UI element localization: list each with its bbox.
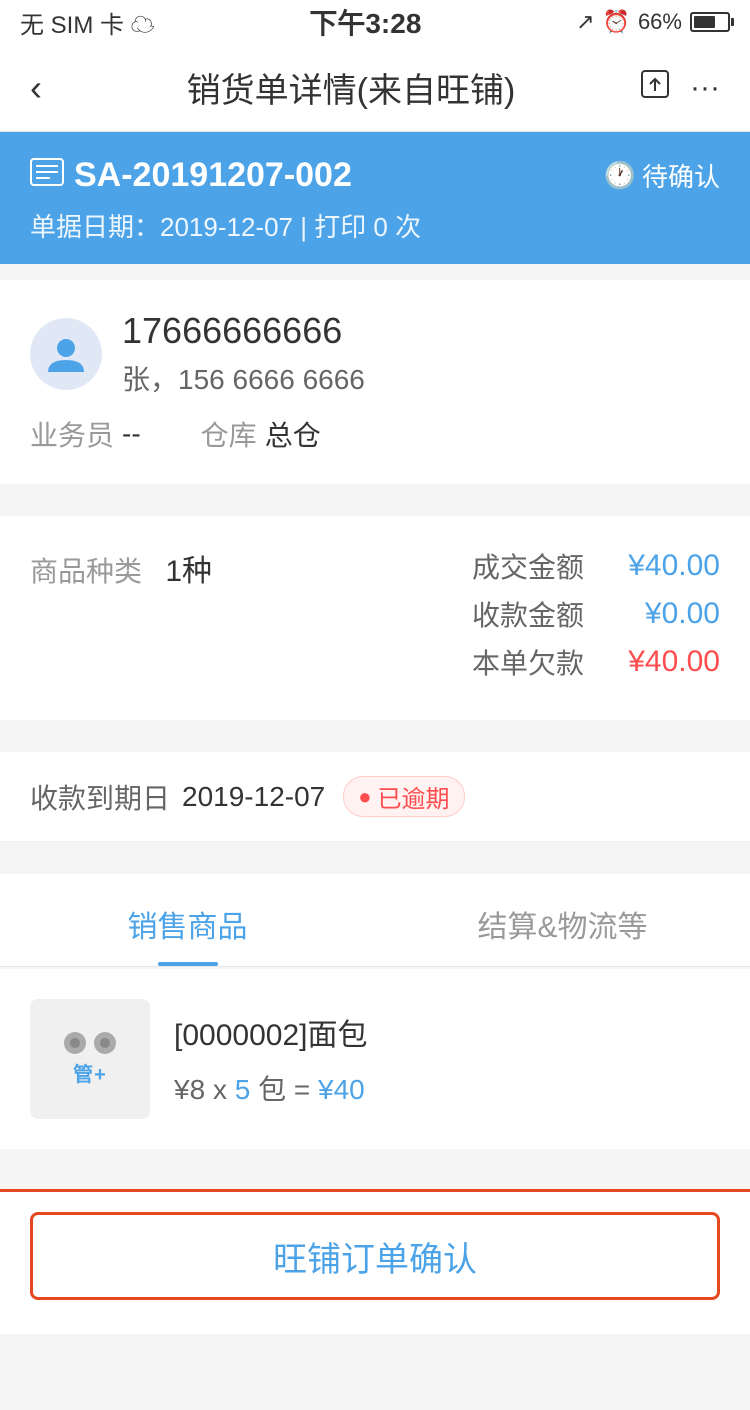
product-total: ¥40 <box>318 1074 365 1105</box>
collected-amount-label: 收款金额 <box>472 594 584 634</box>
collected-amount-value: ¥0.00 <box>600 597 720 631</box>
warehouse-label: 仓库 <box>201 414 257 454</box>
product-calc: ¥8 x 5 包 = ¥40 <box>174 1068 720 1108</box>
due-label: 收款到期日 <box>30 777 170 817</box>
confirm-order-button[interactable]: 旺铺订单确认 <box>30 1212 720 1300</box>
battery-icon <box>690 12 730 32</box>
order-date: 单据日期：2019-12-07 | 打印 0 次 <box>30 207 720 244</box>
clock-icon: 🕐 <box>604 160 636 191</box>
summary-right: 成交金额 ¥40.00 收款金额 ¥0.00 本单欠款 ¥40.00 <box>472 546 720 690</box>
page-title: 销货单详情(来自旺铺) <box>62 63 640 112</box>
status-time: 下午3:28 <box>309 2 421 42</box>
status-right: ↗ ⏰ 66% <box>576 9 730 35</box>
warning-icon: ● <box>358 784 371 810</box>
separator-1 <box>0 484 750 500</box>
product-info: [0000002]面包 ¥8 x 5 包 = ¥40 <box>174 1010 720 1108</box>
due-date-section: 收款到期日 2019-12-07 ● 已逾期 <box>0 752 750 842</box>
customer-name: 张，156 6666 6666 <box>122 358 365 398</box>
warehouse-value: 总仓 <box>265 414 321 454</box>
bottom-bar: 旺铺订单确认 <box>0 1189 750 1334</box>
alarm-icon: ⏰ <box>603 9 630 35</box>
back-button[interactable]: ‹ <box>30 70 62 106</box>
customer-avatar <box>30 318 102 390</box>
product-qty: 5 <box>235 1074 251 1105</box>
deal-amount-label: 成交金额 <box>472 546 584 586</box>
salesperson-value: -- <box>122 418 141 450</box>
status-bar: 无 SIM 卡 ☁ 下午3:28 ↗ ⏰ 66% <box>0 0 750 44</box>
order-status: 🕐 待确认 <box>604 157 720 194</box>
product-section: 管+ [0000002]面包 ¥8 x 5 包 = ¥40 <box>0 969 750 1150</box>
owed-amount-label: 本单欠款 <box>472 642 584 682</box>
share-button[interactable] <box>640 69 670 107</box>
calc-x: x <box>213 1074 235 1105</box>
customer-section: 17666666666 张，156 6666 6666 业务员 -- 仓库 总仓 <box>0 280 750 484</box>
customer-meta: 业务员 -- 仓库 总仓 <box>30 414 720 454</box>
product-types-label: 商品种类 <box>30 556 142 587</box>
separator-3 <box>0 842 750 858</box>
product-name: [0000002]面包 <box>174 1010 720 1054</box>
order-icon <box>30 156 64 195</box>
product-types-value: 1种 <box>165 555 212 588</box>
product-price: ¥8 <box>174 1074 205 1105</box>
sim-label: 无 SIM 卡 ☁ <box>20 5 155 40</box>
order-id: SA-20191207-002 <box>30 156 352 195</box>
nav-actions: ··· <box>640 69 720 107</box>
battery-percent: 66% <box>638 9 682 35</box>
product-thumb-label: 管+ <box>73 1058 107 1087</box>
product-unit: 包 <box>258 1074 286 1105</box>
tab-settlement[interactable]: 结算&物流等 <box>375 874 750 966</box>
salesperson-label: 业务员 <box>30 414 114 454</box>
overdue-label: 已逾期 <box>378 779 450 814</box>
customer-phone: 17666666666 <box>122 310 365 352</box>
summary-section: 商品种类 1种 成交金额 ¥40.00 收款金额 ¥0.00 本单欠款 ¥40.… <box>0 516 750 720</box>
product-thumbnail: 管+ <box>30 999 150 1119</box>
status-left: 无 SIM 卡 ☁ <box>20 5 155 40</box>
tab-sales-goods[interactable]: 销售商品 <box>0 874 375 966</box>
order-header: SA-20191207-002 🕐 待确认 单据日期：2019-12-07 | … <box>0 132 750 264</box>
due-date-value: 2019-12-07 <box>182 781 325 813</box>
separator-2 <box>0 720 750 736</box>
nav-bar: ‹ 销货单详情(来自旺铺) ··· <box>0 44 750 132</box>
owed-amount-value: ¥40.00 <box>600 645 720 679</box>
overdue-badge: ● 已逾期 <box>343 776 464 817</box>
more-button[interactable]: ··· <box>690 71 720 105</box>
tabs-section: 销售商品 结算&物流等 <box>0 874 750 967</box>
location-icon: ↗ <box>576 9 594 35</box>
product-item: 管+ [0000002]面包 ¥8 x 5 包 = ¥40 <box>0 969 750 1150</box>
deal-amount-value: ¥40.00 <box>600 549 720 583</box>
calc-eq: = <box>294 1074 318 1105</box>
